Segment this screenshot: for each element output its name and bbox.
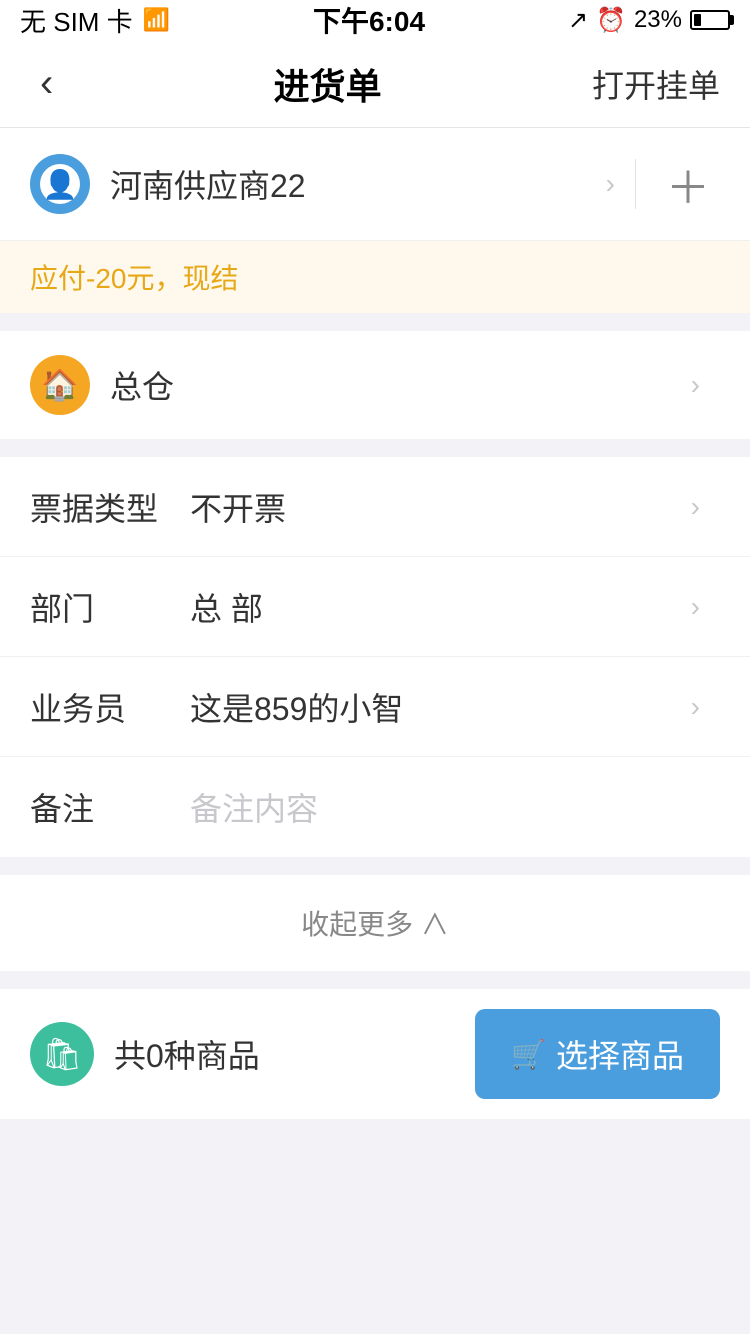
supplier-section: 👤 河南供应商22 › ＋ 应付-20元，现结 [0, 128, 750, 313]
warehouse-name: 总仓 [110, 362, 691, 408]
salesperson-value: 这是859的小智 [190, 684, 691, 730]
status-bar: 无 SIM 卡 📶 下午6:04 ↗ ⏰ 23% [0, 0, 750, 40]
product-icon-wrap: 🛍 [30, 1022, 94, 1086]
divider [635, 159, 636, 209]
select-product-button[interactable]: 🛒 选择商品 [475, 1009, 720, 1099]
avatar-inner: 👤 [40, 164, 80, 204]
invoice-type-value: 不开票 [190, 484, 691, 530]
supplier-name: 河南供应商22 [110, 161, 606, 207]
sim-label: 无 SIM 卡 [20, 2, 133, 39]
remark-row[interactable]: 备注 备注内容 [0, 757, 750, 857]
notice-text: 应付-20元，现结 [30, 263, 238, 294]
department-chevron-icon: › [691, 591, 700, 623]
invoice-type-chevron-icon: › [691, 491, 700, 523]
page-title: 进货单 [274, 58, 382, 110]
back-button[interactable]: ‹ [30, 51, 63, 116]
collapse-row[interactable]: 收起更多 ∧ [0, 875, 750, 971]
warehouse-icon-wrap: 🏠 [30, 355, 90, 415]
person-icon: 👤 [43, 168, 78, 201]
remark-label: 备注 [30, 784, 190, 830]
salesperson-label: 业务员 [30, 684, 190, 730]
direction-icon: ↗ [568, 6, 588, 35]
department-value: 总 部 [190, 584, 691, 630]
nav-bar: ‹ 进货单 打开挂单 [0, 40, 750, 128]
supplier-chevron-icon: › [606, 168, 615, 200]
salesperson-row[interactable]: 业务员 这是859的小智 › [0, 657, 750, 757]
wifi-icon: 📶 [143, 7, 170, 33]
warehouse-icon: 🏠 [41, 368, 78, 403]
notice-row: 应付-20元，现结 [0, 241, 750, 313]
salesperson-chevron-icon: › [691, 691, 700, 723]
open-pending-button[interactable]: 打开挂单 [592, 61, 720, 107]
department-label: 部门 [30, 584, 190, 630]
battery-icon [690, 10, 730, 30]
remark-placeholder: 备注内容 [190, 784, 720, 830]
form-section: 票据类型 不开票 › 部门 总 部 › 业务员 这是859的小智 › 备注 备注… [0, 457, 750, 857]
alarm-icon: ⏰ [596, 6, 626, 35]
collapse-label: 收起更多 ∧ [301, 903, 449, 943]
invoice-type-label: 票据类型 [30, 484, 190, 530]
supplier-row[interactable]: 👤 河南供应商22 › ＋ [0, 128, 750, 241]
status-time: 下午6:04 [313, 0, 425, 40]
select-icon: 🛒 [511, 1038, 546, 1071]
warehouse-chevron-icon: › [691, 369, 700, 401]
status-left: 无 SIM 卡 📶 [20, 2, 170, 39]
supplier-avatar: 👤 [30, 154, 90, 214]
status-right: ↗ ⏰ 23% [568, 6, 730, 35]
product-icon: 🛍 [42, 1035, 83, 1073]
product-count: 共0种商品 [114, 1031, 475, 1077]
footer: 🛍 共0种商品 🛒 选择商品 [0, 989, 750, 1119]
select-btn-label: 选择商品 [556, 1031, 684, 1077]
invoice-type-row[interactable]: 票据类型 不开票 › [0, 457, 750, 557]
department-row[interactable]: 部门 总 部 › [0, 557, 750, 657]
add-button[interactable]: ＋ [656, 152, 720, 216]
content: 👤 河南供应商22 › ＋ 应付-20元，现结 🏠 总仓 › 票据类型 不开票 … [0, 128, 750, 1119]
battery-percent: 23% [634, 6, 682, 34]
warehouse-section[interactable]: 🏠 总仓 › [0, 331, 750, 439]
